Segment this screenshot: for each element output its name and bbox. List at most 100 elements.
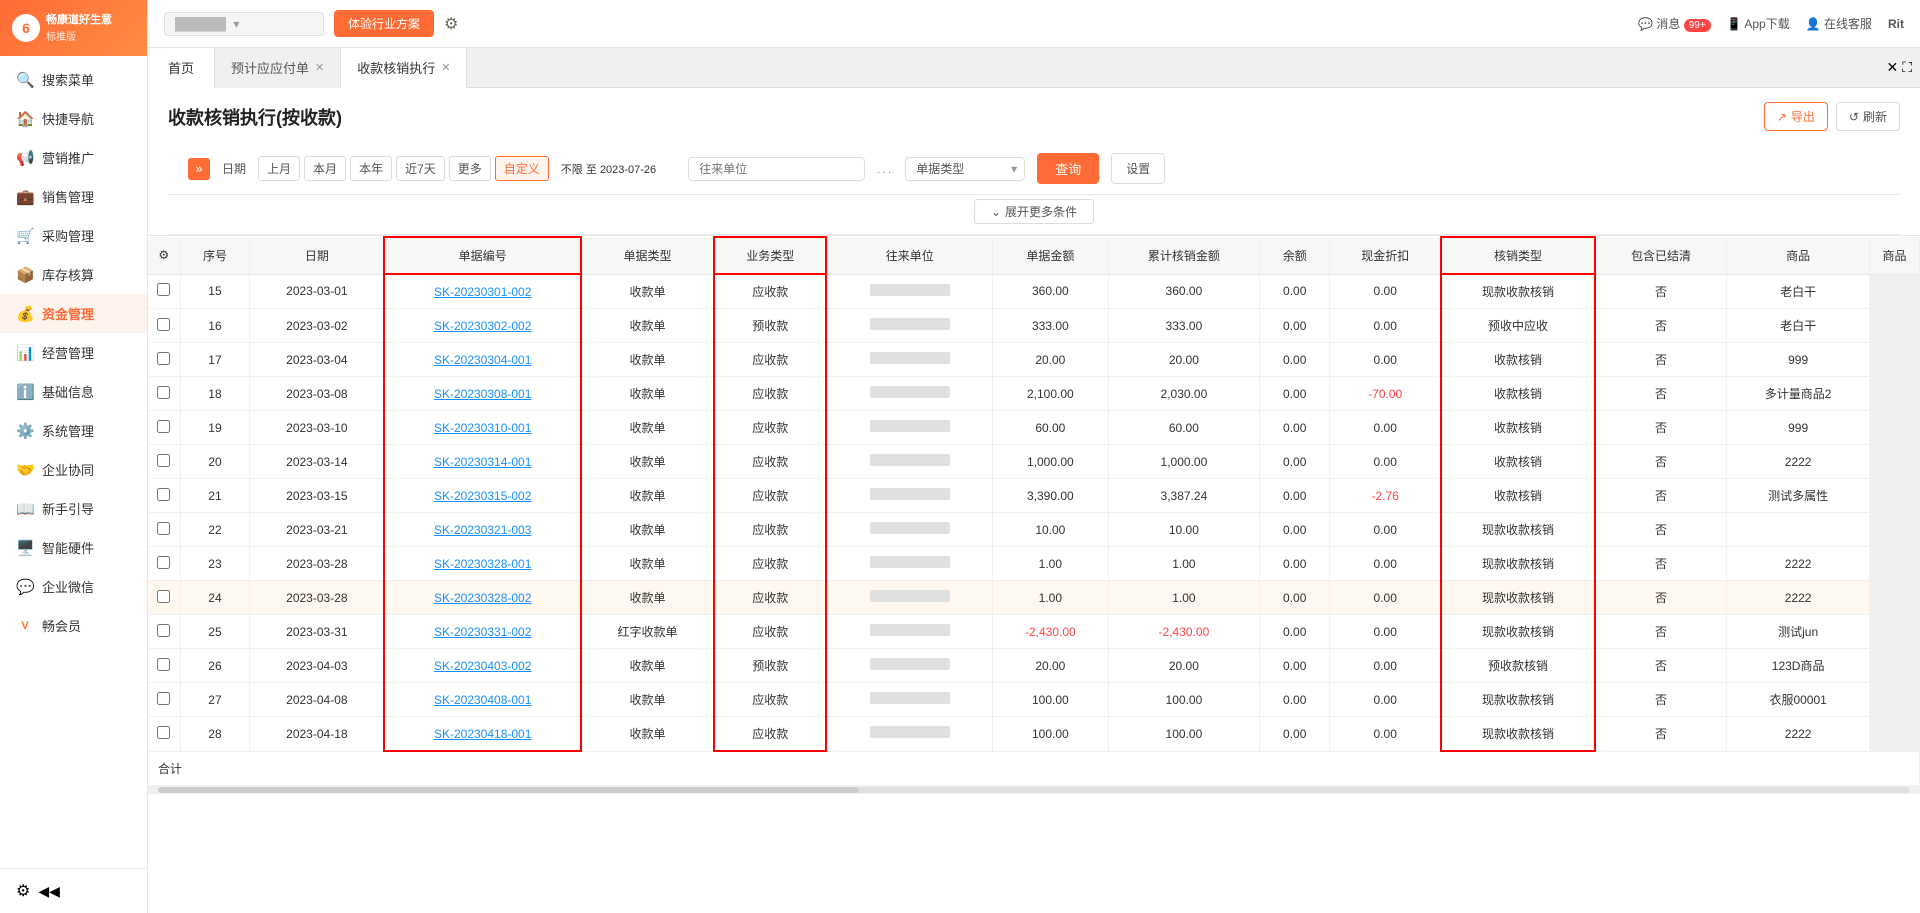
- sales-icon: 💼: [16, 188, 34, 206]
- tab-close-collection-icon[interactable]: ✕: [441, 61, 450, 74]
- industry-solution-button[interactable]: 体验行业方案: [334, 10, 434, 37]
- custom-date-btn[interactable]: 自定义: [495, 156, 549, 181]
- user-avatar[interactable]: Rit: [1888, 17, 1904, 31]
- td-checkbox[interactable]: [148, 581, 180, 615]
- sidebar-item-operations[interactable]: 📊 经营管理: [0, 333, 147, 372]
- collapse-icon[interactable]: ◀◀: [38, 883, 60, 900]
- td-checkbox[interactable]: [148, 309, 180, 343]
- settings-icon[interactable]: ⚙: [16, 881, 30, 901]
- td-partner: [826, 309, 992, 343]
- td-checkbox[interactable]: [148, 649, 180, 683]
- filter-toggle-button[interactable]: »: [188, 158, 210, 180]
- hardware-icon: 🖥️: [16, 539, 34, 557]
- td-checkbox[interactable]: [148, 547, 180, 581]
- online-service-icon[interactable]: 👤 在线客服: [1806, 15, 1872, 32]
- td-checkbox[interactable]: [148, 274, 180, 309]
- doc-no-link[interactable]: SK-20230331-002: [434, 625, 531, 639]
- doc-no-link[interactable]: SK-20230418-001: [434, 727, 531, 741]
- sidebar-item-member[interactable]: V 畅会员: [0, 606, 147, 645]
- sidebar-item-guide[interactable]: 📖 新手引导: [0, 489, 147, 528]
- th-settings[interactable]: ⚙: [148, 237, 180, 274]
- td-biz-type: 预收款: [714, 649, 827, 683]
- td-cumulative: 360.00: [1108, 274, 1260, 309]
- setting-button[interactable]: 设置: [1111, 153, 1165, 184]
- doc-no-link[interactable]: SK-20230308-001: [434, 387, 531, 401]
- finance-icon: 💰: [16, 305, 34, 323]
- td-cumulative: 20.00: [1108, 649, 1260, 683]
- td-checkbox[interactable]: [148, 615, 180, 649]
- td-cash-discount: 0.00: [1330, 343, 1442, 377]
- refresh-button[interactable]: ↺ 刷新: [1836, 102, 1900, 131]
- td-checkbox[interactable]: [148, 683, 180, 717]
- td-checkbox[interactable]: [148, 513, 180, 547]
- sidebar-item-hardware[interactable]: 🖥️ 智能硬件: [0, 528, 147, 567]
- doc-no-link[interactable]: SK-20230301-002: [434, 285, 531, 299]
- td-checkbox[interactable]: [148, 717, 180, 752]
- sidebar-item-finance[interactable]: 💰 资金管理: [0, 294, 147, 333]
- tab-close-all-icon[interactable]: ✕: [1886, 59, 1898, 76]
- doc-no-link[interactable]: SK-20230304-001: [434, 353, 531, 367]
- td-amount: 1.00: [993, 547, 1108, 581]
- th-cancel-type: 核销类型: [1441, 237, 1594, 274]
- expand-conditions-button[interactable]: ⌄ 展开更多条件: [974, 199, 1094, 224]
- doc-no-link[interactable]: SK-20230314-001: [434, 455, 531, 469]
- settings-gear-icon[interactable]: ⚙: [444, 14, 458, 34]
- td-checkbox[interactable]: [148, 411, 180, 445]
- purchase-icon: 🛒: [16, 227, 34, 245]
- tab-close-receivable-icon[interactable]: ✕: [315, 61, 324, 74]
- sidebar-item-purchase[interactable]: 🛒 采购管理: [0, 216, 147, 255]
- tab-collection[interactable]: 收款核销执行 ✕: [341, 48, 467, 88]
- doc-no-link[interactable]: SK-20230328-002: [434, 591, 531, 605]
- doc-no-link[interactable]: SK-20230403-002: [434, 659, 531, 673]
- sidebar-item-search[interactable]: 🔍 搜索菜单: [0, 60, 147, 99]
- td-goods2: [1870, 274, 1920, 309]
- guide-icon: 📖: [16, 500, 34, 518]
- td-checkbox[interactable]: [148, 377, 180, 411]
- this-year-btn[interactable]: 本年: [350, 156, 392, 181]
- td-goods2: [1870, 343, 1920, 377]
- export-button[interactable]: ↗ 导出: [1764, 102, 1828, 131]
- td-checkbox[interactable]: [148, 445, 180, 479]
- td-include-settled: 否: [1595, 445, 1727, 479]
- table-row: 26 2023-04-03 SK-20230403-002 收款单 预收款 20…: [148, 649, 1920, 683]
- td-no: 16: [180, 309, 250, 343]
- sidebar-item-inventory[interactable]: 📦 库存核算: [0, 255, 147, 294]
- sidebar-item-system[interactable]: ⚙️ 系统管理: [0, 411, 147, 450]
- doc-type-filter-select[interactable]: 单据类型: [905, 157, 1025, 181]
- sidebar-item-quicknav[interactable]: 🏠 快捷导航: [0, 99, 147, 138]
- horizontal-scrollbar[interactable]: [148, 786, 1920, 794]
- sidebar-item-sales[interactable]: 💼 销售管理: [0, 177, 147, 216]
- query-button[interactable]: 查询: [1037, 153, 1099, 184]
- doc-no-link[interactable]: SK-20230302-002: [434, 319, 531, 333]
- td-checkbox[interactable]: [148, 479, 180, 513]
- td-goods2: [1870, 411, 1920, 445]
- doc-no-link[interactable]: SK-20230321-003: [434, 523, 531, 537]
- td-checkbox[interactable]: [148, 343, 180, 377]
- doc-no-link[interactable]: SK-20230315-002: [434, 489, 531, 503]
- sidebar-item-wechat[interactable]: 💬 企业微信: [0, 567, 147, 606]
- message-icon[interactable]: 💬 消息 99+: [1638, 15, 1711, 32]
- td-partner: [826, 513, 992, 547]
- sidebar-item-marketing[interactable]: 📢 营销推广: [0, 138, 147, 177]
- td-doc-type: 收款单: [581, 445, 714, 479]
- partner-filter-input[interactable]: [688, 157, 865, 181]
- td-goods2: [1870, 649, 1920, 683]
- app-download-icon[interactable]: 📱 App下载: [1727, 15, 1790, 32]
- tab-home[interactable]: 首页: [148, 48, 215, 88]
- last-7days-btn[interactable]: 近7天: [396, 156, 445, 181]
- last-month-btn[interactable]: 上月: [258, 156, 300, 181]
- sidebar-item-enterprise[interactable]: 🤝 企业协同: [0, 450, 147, 489]
- sidebar-item-basic[interactable]: ℹ️ 基础信息: [0, 372, 147, 411]
- doc-no-link[interactable]: SK-20230310-001: [434, 421, 531, 435]
- tab-fullscreen-icon[interactable]: ⛶: [1902, 59, 1912, 76]
- tab-bar: 首页 预计应应付单 ✕ 收款核销执行 ✕ ✕ ⛶: [148, 48, 1920, 88]
- this-month-btn[interactable]: 本月: [304, 156, 346, 181]
- th-cash-discount: 现金折扣: [1330, 237, 1442, 274]
- tab-receivable[interactable]: 预计应应付单 ✕: [215, 48, 341, 88]
- td-no: 24: [180, 581, 250, 615]
- td-cancel-type: 收款核销: [1441, 377, 1594, 411]
- doc-no-link[interactable]: SK-20230328-001: [434, 557, 531, 571]
- more-date-btn[interactable]: 更多: [449, 156, 491, 181]
- doc-no-link[interactable]: SK-20230408-001: [434, 693, 531, 707]
- date-range-text: 不限 至 2023-07-26: [561, 161, 656, 177]
